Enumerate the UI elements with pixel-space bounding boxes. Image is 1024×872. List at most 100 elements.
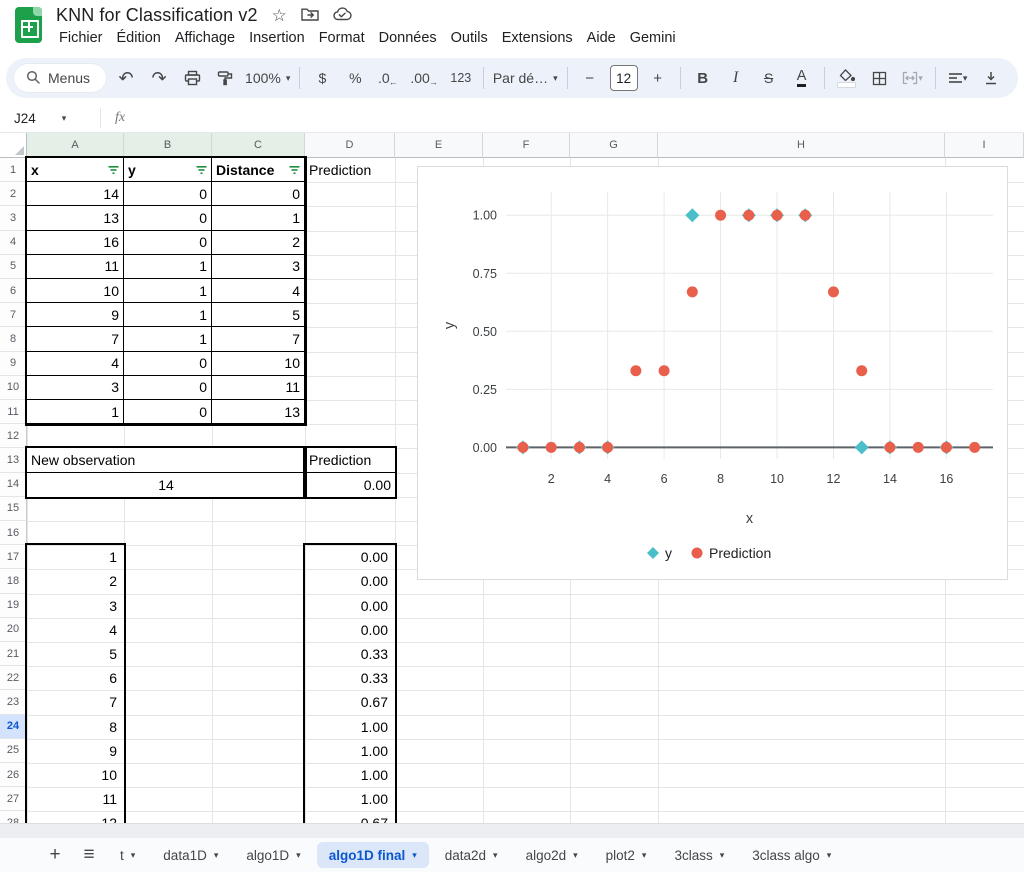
cell-A7[interactable]: 9 [27,303,124,327]
format-currency-button[interactable]: $ [309,64,335,92]
text-color-button[interactable]: A [789,64,815,92]
scatter-point-circle[interactable] [692,548,703,559]
menu-fichier[interactable]: Fichier [52,28,110,48]
sheet-tab-3class-algo[interactable]: 3class algo▾ [740,842,843,868]
menu-format[interactable]: Format [312,28,372,48]
menu-gemini[interactable]: Gemini [623,28,683,48]
cell-D20[interactable]: 0.00 [305,618,392,642]
row-header-1[interactable]: 1 [0,158,27,182]
zoom-control[interactable]: 100% ▾ [245,70,290,86]
cell-A24[interactable]: 8 [27,715,121,739]
column-header-F[interactable]: F [483,133,570,158]
column-header-D[interactable]: D [305,133,395,158]
scatter-point-circle[interactable] [630,365,641,376]
cell-header-Distance[interactable]: Distance [212,158,305,182]
cell-C3[interactable]: 1 [212,206,305,230]
cell-D18[interactable]: 0.00 [305,569,392,593]
paint-format-button[interactable] [212,64,238,92]
row-header-2[interactable]: 2 [0,182,27,206]
row-header-23[interactable]: 23 [0,690,27,714]
scatter-point-circle[interactable] [828,286,839,297]
scatter-point-circle[interactable] [546,442,557,453]
cell-B3[interactable]: 0 [124,206,212,230]
cell-D28[interactable]: 0.67 [305,811,392,823]
chevron-down-icon[interactable]: ▾ [642,851,647,860]
row-header-6[interactable]: 6 [0,279,27,303]
row-header-8[interactable]: 8 [0,327,27,351]
horizontal-scrollbar[interactable] [0,823,1024,839]
cell-A28[interactable]: 12 [27,811,121,823]
cell-B10[interactable]: 0 [124,376,212,400]
chevron-down-icon[interactable]: ▾ [573,851,578,860]
row-header-10[interactable]: 10 [0,376,27,400]
sheet-tab-data1d[interactable]: data1D▾ [151,842,230,868]
add-sheet-button[interactable]: + [40,844,70,866]
row-header-19[interactable]: 19 [0,594,27,618]
borders-button[interactable] [867,64,893,92]
filter-icon[interactable] [108,163,119,177]
doc-title[interactable]: KNN for Classification v2 [56,5,258,26]
cell-A25[interactable]: 9 [27,739,121,763]
format-percent-button[interactable]: % [342,64,368,92]
select-all-corner[interactable] [0,133,27,158]
cell-A4[interactable]: 16 [27,231,124,255]
sheet-tab-algo1d-final[interactable]: algo1D final▾ [317,842,429,868]
cell-D24[interactable]: 1.00 [305,715,392,739]
cell-D27[interactable]: 1.00 [305,787,392,811]
move-folder-icon[interactable] [301,7,319,24]
more-formats-button[interactable]: 123 [448,64,474,92]
row-header-24[interactable]: 24 [0,715,27,739]
cell-A17[interactable]: 1 [27,545,121,569]
row-header-20[interactable]: 20 [0,618,27,642]
row-header-9[interactable]: 9 [0,352,27,376]
scatter-point-diamond[interactable] [685,208,699,222]
decrease-font-size-button[interactable]: − [577,64,603,92]
redo-button[interactable]: ↷ [146,64,172,92]
scatter-point-circle[interactable] [913,442,924,453]
row-header-26[interactable]: 26 [0,763,27,787]
scatter-point-circle[interactable] [969,442,980,453]
undo-button[interactable]: ↶ [113,64,139,92]
print-button[interactable] [179,64,205,92]
cell-A3[interactable]: 13 [27,206,124,230]
cell-B4[interactable]: 0 [124,231,212,255]
cell-C5[interactable]: 3 [212,255,305,279]
sheet-tab-algo1d[interactable]: algo1D▾ [234,842,312,868]
cell-A6[interactable]: 10 [27,279,124,303]
cell-header-x[interactable]: x [27,158,124,182]
cell-B5[interactable]: 1 [124,255,212,279]
cell-D22[interactable]: 0.33 [305,666,392,690]
row-header-25[interactable]: 25 [0,739,27,763]
increase-decimal-button[interactable]: .00→ [408,64,440,92]
cell-D1[interactable]: Prediction [305,158,395,182]
cell-B11[interactable]: 0 [124,400,212,424]
decrease-decimal-button[interactable]: .0← [375,64,401,92]
cell-D13[interactable]: Prediction [305,448,395,472]
scatter-point-diamond[interactable] [647,547,659,559]
scatter-point-circle[interactable] [659,365,670,376]
cell-C8[interactable]: 7 [212,327,305,351]
cell-D19[interactable]: 0.00 [305,594,392,618]
column-header-G[interactable]: G [570,133,658,158]
cell-D23[interactable]: 0.67 [305,690,392,714]
cloud-status-icon[interactable] [333,7,352,24]
chevron-down-icon[interactable]: ▾ [720,851,725,860]
row-header-4[interactable]: 4 [0,231,27,255]
merge-cells-button[interactable]: ▾ [900,64,926,92]
cell-D21[interactable]: 0.33 [305,642,392,666]
sheet-tab-t[interactable]: t▾ [108,842,147,868]
menu-aide[interactable]: Aide [580,28,623,48]
italic-button[interactable]: I [723,64,749,92]
cell-A10[interactable]: 3 [27,376,124,400]
scatter-point-circle[interactable] [800,210,811,221]
cell-A26[interactable]: 10 [27,763,121,787]
font-size-input[interactable]: 12 [610,65,638,91]
sheet-tab-data2d[interactable]: data2d▾ [433,842,510,868]
cell-C7[interactable]: 5 [212,303,305,327]
chevron-down-icon[interactable]: ▾ [131,851,136,860]
all-sheets-button[interactable]: ≡ [74,844,104,866]
row-header-5[interactable]: 5 [0,255,27,279]
cell-D14[interactable]: 0.00 [305,473,395,497]
row-header-27[interactable]: 27 [0,787,27,811]
cell-A13-merged[interactable]: New observation [27,448,305,472]
